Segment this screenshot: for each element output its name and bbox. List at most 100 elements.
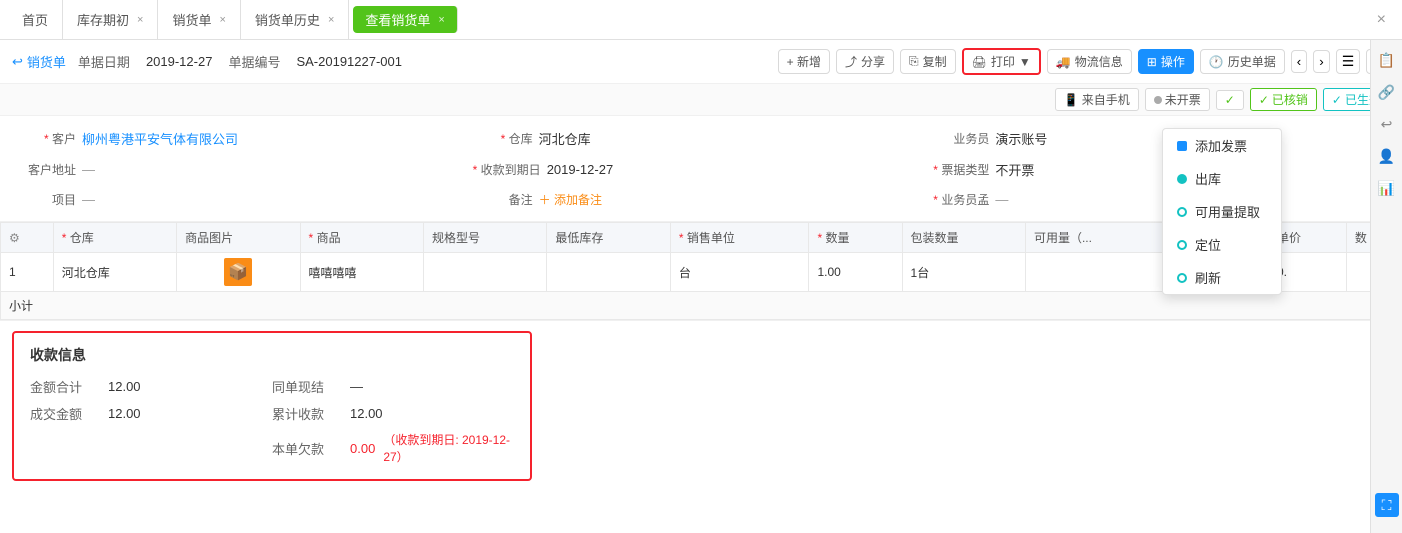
settings-icon[interactable]: ⚙ — [9, 231, 20, 245]
add-invoice-item[interactable]: 添加发票 — [1163, 129, 1281, 162]
prev-button[interactable]: ‹ — [1291, 50, 1307, 73]
copy-button[interactable]: ⎘ 复制 — [900, 49, 956, 74]
window-close-button[interactable]: × — [1369, 11, 1394, 29]
operation-button[interactable]: ⊞ 操作 — [1138, 49, 1194, 74]
doc-meta: 单据日期 2019-12-27 单据编号 SA-20191227-001 — [78, 52, 402, 71]
print-button[interactable]: 🖨 打印 ▼ — [964, 50, 1039, 73]
ticket-type-field: 票据类型 不开票 — [929, 157, 1386, 182]
deal-amount-value: 12.00 — [108, 406, 141, 421]
operation-dropdown: 添加发票 出库 可用量提取 定位 刷新 — [1162, 128, 1282, 295]
customer-field: 客户 柳州粤港平安气体有限公司 — [16, 126, 473, 151]
tab-sales-order[interactable]: 销货单 × — [158, 0, 240, 39]
note-label: 备注 — [473, 191, 533, 208]
th-spec: 规格型号 — [423, 223, 546, 253]
th-image: 商品图片 — [177, 223, 300, 253]
td-spec — [423, 253, 546, 292]
verify-check-icon: ✓ — [1225, 93, 1235, 107]
doc-type-label: 销货单 — [27, 52, 66, 71]
tab-home[interactable]: 首页 — [8, 0, 63, 39]
ticket-type-label: 票据类型 — [929, 161, 989, 178]
doc-header: ↩ 销货单 单据日期 2019-12-27 单据编号 SA-20191227-0… — [0, 40, 1402, 84]
history-button[interactable]: 🕐 历史单据 — [1200, 49, 1285, 74]
note-field: 备注 ＋ 添加备注 — [473, 188, 930, 211]
print-icon: 🖨 — [972, 55, 987, 69]
sidebar-person-icon[interactable]: 👤 — [1375, 144, 1399, 168]
same-order-settle-label: 同单现结 — [272, 377, 342, 396]
from-phone-button[interactable]: 📱 来自手机 — [1055, 88, 1139, 111]
sidebar-clipboard-icon[interactable]: 📋 — [1375, 48, 1399, 72]
warehouse-label: 仓库 — [473, 130, 533, 147]
td-unit: 台 — [670, 253, 809, 292]
deal-amount-row: 成交金额 12.00 — [30, 402, 272, 425]
tab-inventory-init[interactable]: 库存期初 × — [63, 0, 158, 39]
subtotal-cell: 小计 — [1, 292, 1402, 320]
td-no: 1 — [1, 253, 54, 292]
tab-close-inventory[interactable]: × — [137, 14, 143, 26]
tab-close-history[interactable]: × — [328, 14, 334, 26]
sidebar-expand-icon[interactable]: ⛶ — [1375, 493, 1399, 517]
balance-row: 本单欠款 0.00 （收款到期日: 2019-12-27） — [272, 429, 514, 467]
tab-close-sales[interactable]: × — [219, 14, 225, 26]
next-button[interactable]: › — [1313, 50, 1329, 73]
sidebar-link-icon[interactable]: 🔗 — [1375, 80, 1399, 104]
refresh-item[interactable]: 刷新 — [1163, 261, 1281, 294]
locate-label: 定位 — [1195, 235, 1221, 254]
add-note-button[interactable]: ＋ 添加备注 — [539, 191, 602, 208]
due-date-value: 2019-12-27 — [547, 162, 614, 177]
verified-button[interactable]: ✓ 已核销 — [1250, 88, 1317, 111]
verify-icon-button[interactable]: ✓ — [1216, 90, 1244, 110]
doc-type-icon: ↩ — [12, 54, 23, 70]
tab-close-view[interactable]: × — [438, 14, 444, 26]
td-image: 📦 — [177, 253, 300, 292]
td-available — [1025, 253, 1167, 292]
total-amount-row: 金额合计 12.00 — [30, 375, 272, 398]
available-pickup-label: 可用量提取 — [1195, 202, 1260, 221]
share-button[interactable]: ⤴ 分享 — [836, 49, 894, 74]
available-pickup-item[interactable]: 可用量提取 — [1163, 195, 1281, 228]
outbound-item[interactable]: 出库 — [1163, 162, 1281, 195]
doc-type-badge: ↩ 销货单 — [12, 52, 66, 71]
effective-check-icon: ✓ — [1332, 93, 1342, 107]
subtotal-row: 小计 — [1, 292, 1402, 320]
th-pkg-qty: 包装数量 — [902, 223, 1025, 253]
total-received-label: 累计收款 — [272, 404, 342, 423]
th-qty: 数量 — [809, 223, 902, 253]
customer-value[interactable]: 柳州粤港平安气体有限公司 — [82, 129, 238, 148]
deal-amount-label: 成交金额 — [30, 404, 100, 423]
date-label: 单据日期 — [78, 52, 130, 71]
td-qty: 1.00 — [809, 253, 902, 292]
balance-label: 本单欠款 — [272, 439, 342, 458]
same-order-settle-row: 同单现结 — — [272, 375, 514, 398]
locate-item[interactable]: 定位 — [1163, 228, 1281, 261]
available-pickup-icon — [1177, 207, 1187, 217]
warehouse-field: 仓库 河北仓库 — [473, 126, 930, 151]
ticket-type-value: 不开票 — [995, 160, 1034, 179]
outbound-icon — [1177, 174, 1187, 184]
address-field: 客户地址 — — [16, 157, 473, 182]
sidebar-return-icon[interactable]: ↩ — [1375, 112, 1399, 136]
address-label: 客户地址 — [16, 161, 76, 178]
copy-icon: ⎘ — [909, 54, 919, 69]
th-settings[interactable]: ⚙ — [1, 223, 54, 253]
doc-toolbar2: 📱 来自手机 未开票 ✓ ✓ 已核销 ✓ 已生效 — [0, 84, 1402, 116]
new-button[interactable]: + 新增 — [778, 49, 830, 74]
tab-view-sales[interactable]: 查看销货单 × — [353, 6, 457, 33]
tab-sales-history[interactable]: 销货单历史 × — [241, 0, 349, 39]
view-list-button[interactable]: ☰ — [1336, 49, 1361, 74]
sidebar-chart-icon[interactable]: 📊 — [1375, 176, 1399, 200]
customer-label: 客户 — [16, 130, 76, 147]
payment-section: 收款信息 金额合计 12.00 同单现结 — 成交金额 12.00 累计收款 1… — [12, 331, 532, 481]
doc-header-right: + 新增 ⤴ 分享 ⎘ 复制 🖨 打印 ▼ — [778, 48, 1390, 75]
share-icon: ⤴ — [845, 53, 857, 70]
product-image: 📦 — [224, 258, 252, 286]
balance-value: 0.00 — [350, 441, 375, 456]
total-amount-label: 金额合计 — [30, 377, 100, 396]
logistics-button[interactable]: 🚚 物流信息 — [1047, 49, 1132, 74]
right-sidebar: 📋 🔗 ↩ 👤 📊 ⛶ — [1370, 40, 1402, 533]
not-open-button[interactable]: 未开票 — [1145, 88, 1210, 111]
th-available: 可用量（... — [1025, 223, 1167, 253]
payment-grid: 金额合计 12.00 同单现结 — 成交金额 12.00 累计收款 12.00 — [30, 375, 514, 467]
number-value: SA-20191227-001 — [296, 54, 402, 69]
td-pkg-qty: 1台 — [902, 253, 1025, 292]
plus-icon: ＋ — [539, 193, 551, 207]
